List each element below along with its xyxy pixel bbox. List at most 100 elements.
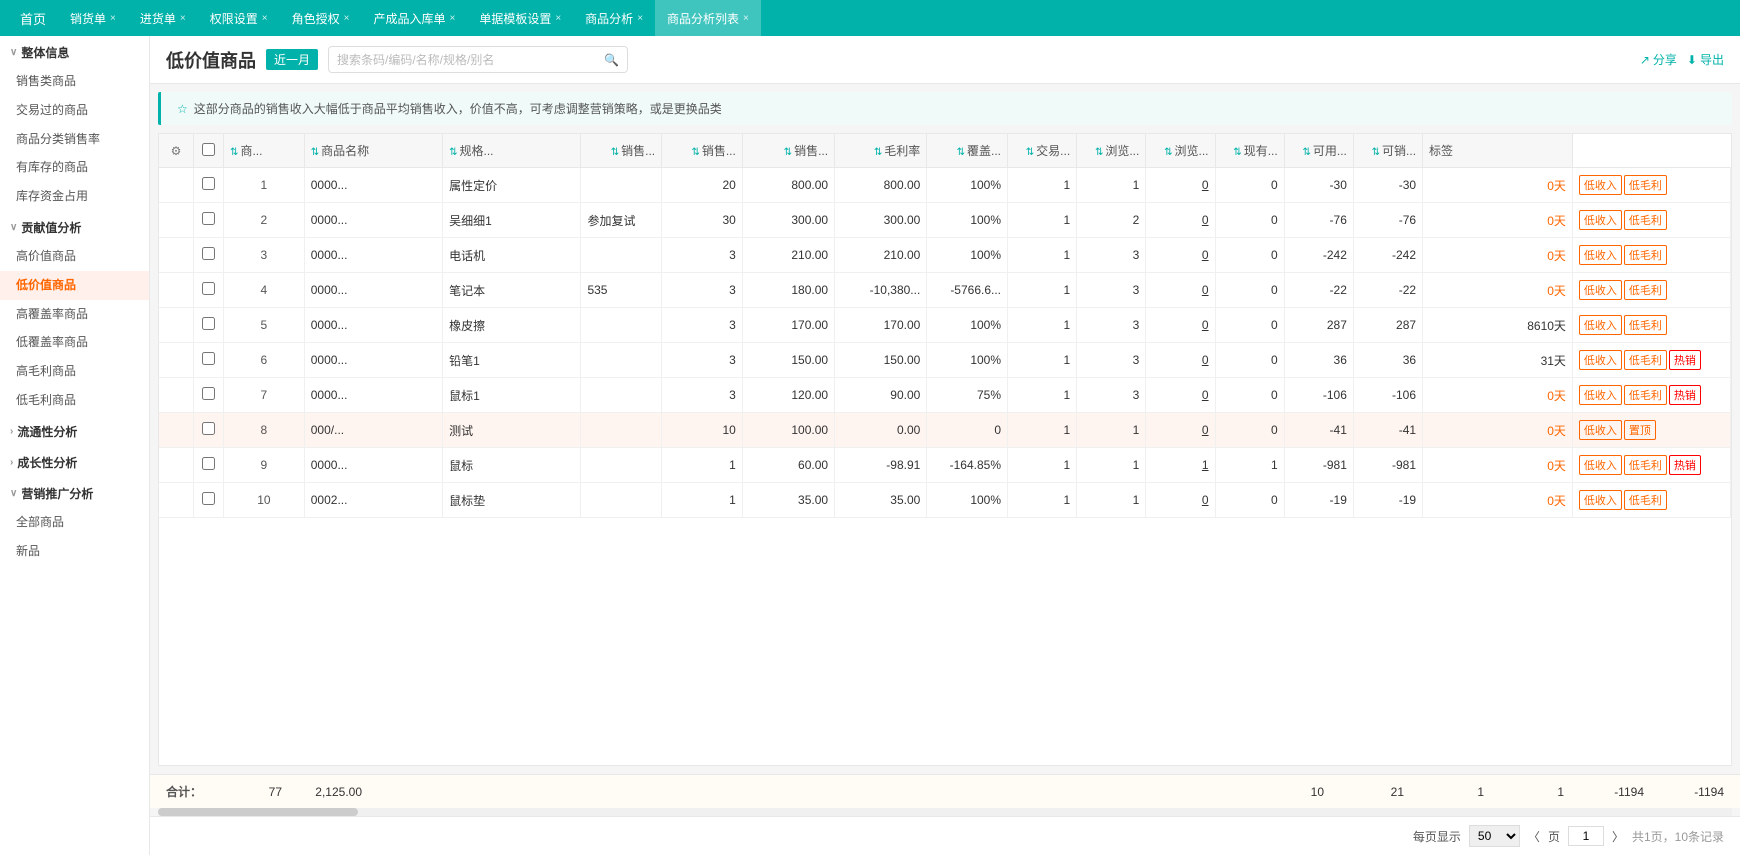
table-row: 8000/... 测试 10 100.00 0.00 0 1 1 0 0 -41… <box>159 413 1731 448</box>
row-checkbox-cell[interactable] <box>194 378 224 413</box>
row-avail: -76 <box>1353 203 1422 238</box>
sidebar-item-high-value[interactable]: 高价值商品 <box>0 242 149 271</box>
row-gear[interactable] <box>159 483 194 518</box>
row-checkbox[interactable] <box>202 317 215 330</box>
sidebar-item-low-margin[interactable]: 低毛利商品 <box>0 386 149 415</box>
nav-close-product[interactable]: × <box>637 13 643 24</box>
row-checkbox-cell[interactable] <box>194 273 224 308</box>
scrollbar-thumb[interactable] <box>158 808 358 816</box>
nav-close-purchase[interactable]: × <box>180 13 186 24</box>
sidebar-item-stock-capital[interactable]: 库存资金占用 <box>0 182 149 211</box>
browse1-value[interactable]: 0 <box>1202 353 1209 367</box>
row-checkbox[interactable] <box>202 457 215 470</box>
browse1-value[interactable]: 0 <box>1202 213 1209 227</box>
nav-product-list[interactable]: 商品分析列表 × <box>655 0 761 36</box>
row-checkbox-cell[interactable] <box>194 448 224 483</box>
nav-home[interactable]: 首页 <box>8 0 58 36</box>
sidebar-item-low-coverage[interactable]: 低覆盖率商品 <box>0 328 149 357</box>
export-button[interactable]: ⬇ 导出 <box>1687 51 1724 68</box>
sidebar-item-high-margin[interactable]: 高毛利商品 <box>0 357 149 386</box>
nav-close-production[interactable]: × <box>449 13 455 24</box>
row-cover: 1 <box>1008 343 1077 378</box>
tag-badge: 低毛利 <box>1624 210 1667 230</box>
sidebar-item-all-products[interactable]: 全部商品 <box>0 508 149 537</box>
sidebar-item-traded[interactable]: 交易过的商品 <box>0 96 149 125</box>
nav-close-sales[interactable]: × <box>110 13 116 24</box>
nav-close-template[interactable]: × <box>555 13 561 24</box>
row-checkbox[interactable] <box>202 352 215 365</box>
sidebar-item-sales-products[interactable]: 销售类商品 <box>0 67 149 96</box>
select-all-checkbox[interactable] <box>202 143 215 156</box>
browse1-value[interactable]: 0 <box>1202 178 1209 192</box>
row-checkbox-cell[interactable] <box>194 413 224 448</box>
page-input[interactable] <box>1568 826 1604 846</box>
row-checkbox[interactable] <box>202 492 215 505</box>
col-gear[interactable]: ⚙ <box>159 134 194 168</box>
nav-close-list[interactable]: × <box>743 13 749 24</box>
row-checkbox-cell[interactable] <box>194 203 224 238</box>
row-checkbox[interactable] <box>202 422 215 435</box>
share-button[interactable]: ↗ 分享 <box>1640 51 1677 68</box>
row-gear[interactable] <box>159 203 194 238</box>
nav-close-permissions[interactable]: × <box>262 13 268 24</box>
browse1-value[interactable]: 0 <box>1202 248 1209 262</box>
row-stock: -981 <box>1284 448 1353 483</box>
sidebar-group-circulation[interactable]: › 流通性分析 <box>0 415 149 446</box>
sidebar-item-low-value[interactable]: 低价值商品 <box>0 271 149 300</box>
row-gear[interactable] <box>159 378 194 413</box>
browse1-value[interactable]: 0 <box>1202 318 1209 332</box>
nav-sales-order[interactable]: 销货单 × <box>58 0 128 36</box>
col-checkbox-all[interactable] <box>194 134 224 168</box>
date-filter[interactable]: 近一月 <box>266 49 318 70</box>
sidebar-item-high-coverage[interactable]: 高覆盖率商品 <box>0 300 149 329</box>
browse1-value[interactable]: 0 <box>1202 388 1209 402</box>
row-gear[interactable] <box>159 168 194 203</box>
nav-product-analysis[interactable]: 商品分析 × <box>573 0 655 36</box>
col-sellable-header: ⇅可销... <box>1353 134 1422 168</box>
browse1-value[interactable]: 0 <box>1202 493 1209 507</box>
row-gear[interactable] <box>159 308 194 343</box>
scrollbar-track[interactable] <box>158 808 1732 816</box>
row-avail: 36 <box>1353 343 1422 378</box>
sidebar-group-growth[interactable]: › 成长性分析 <box>0 446 149 477</box>
row-tags: 低收入低毛利 <box>1572 483 1730 518</box>
browse1-value[interactable]: 0 <box>1202 283 1209 297</box>
row-gear[interactable] <box>159 343 194 378</box>
sidebar-item-new-products[interactable]: 新品 <box>0 537 149 566</box>
row-name: 橡皮擦 <box>443 308 581 343</box>
row-checkbox-cell[interactable] <box>194 308 224 343</box>
row-checkbox[interactable] <box>202 247 215 260</box>
row-checkbox-cell[interactable] <box>194 483 224 518</box>
nav-permissions[interactable]: 权限设置 × <box>198 0 280 36</box>
sidebar-group-contribution[interactable]: ∨ 贡献值分析 <box>0 211 149 242</box>
row-avail: 287 <box>1353 308 1422 343</box>
next-page-button[interactable]: 〉 <box>1612 828 1624 845</box>
row-checkbox[interactable] <box>202 387 215 400</box>
browse1-value[interactable]: 1 <box>1202 458 1209 472</box>
sidebar-item-category-rate[interactable]: 商品分类销售率 <box>0 125 149 154</box>
row-checkbox-cell[interactable] <box>194 343 224 378</box>
row-gear[interactable] <box>159 238 194 273</box>
row-checkbox[interactable] <box>202 282 215 295</box>
sidebar-item-stocked[interactable]: 有库存的商品 <box>0 153 149 182</box>
nav-close-roles[interactable]: × <box>344 13 350 24</box>
row-gear[interactable] <box>159 448 194 483</box>
browse1-value[interactable]: 0 <box>1202 423 1209 437</box>
search-box[interactable]: 搜索条码/编码/名称/规格/别名 🔍 <box>328 46 628 73</box>
row-gear[interactable] <box>159 273 194 308</box>
row-checkbox[interactable] <box>202 177 215 190</box>
row-checkbox-cell[interactable] <box>194 238 224 273</box>
nav-roles[interactable]: 角色授权 × <box>280 0 362 36</box>
nav-production[interactable]: 产成品入库单 × <box>361 0 467 36</box>
nav-purchase-order[interactable]: 进货单 × <box>128 0 198 36</box>
tag-badge: 热销 <box>1669 385 1701 405</box>
row-gear[interactable] <box>159 413 194 448</box>
row-checkbox-cell[interactable] <box>194 168 224 203</box>
search-icon[interactable]: 🔍 <box>604 53 619 67</box>
sidebar-group-marketing[interactable]: ∨ 营销推广分析 <box>0 477 149 508</box>
prev-page-button[interactable]: 〈 <box>1528 828 1540 845</box>
nav-template[interactable]: 单据模板设置 × <box>467 0 573 36</box>
row-checkbox[interactable] <box>202 212 215 225</box>
per-page-select[interactable]: 50 100 200 <box>1469 825 1520 847</box>
sidebar-group-overall[interactable]: ∨ 整体信息 <box>0 36 149 67</box>
